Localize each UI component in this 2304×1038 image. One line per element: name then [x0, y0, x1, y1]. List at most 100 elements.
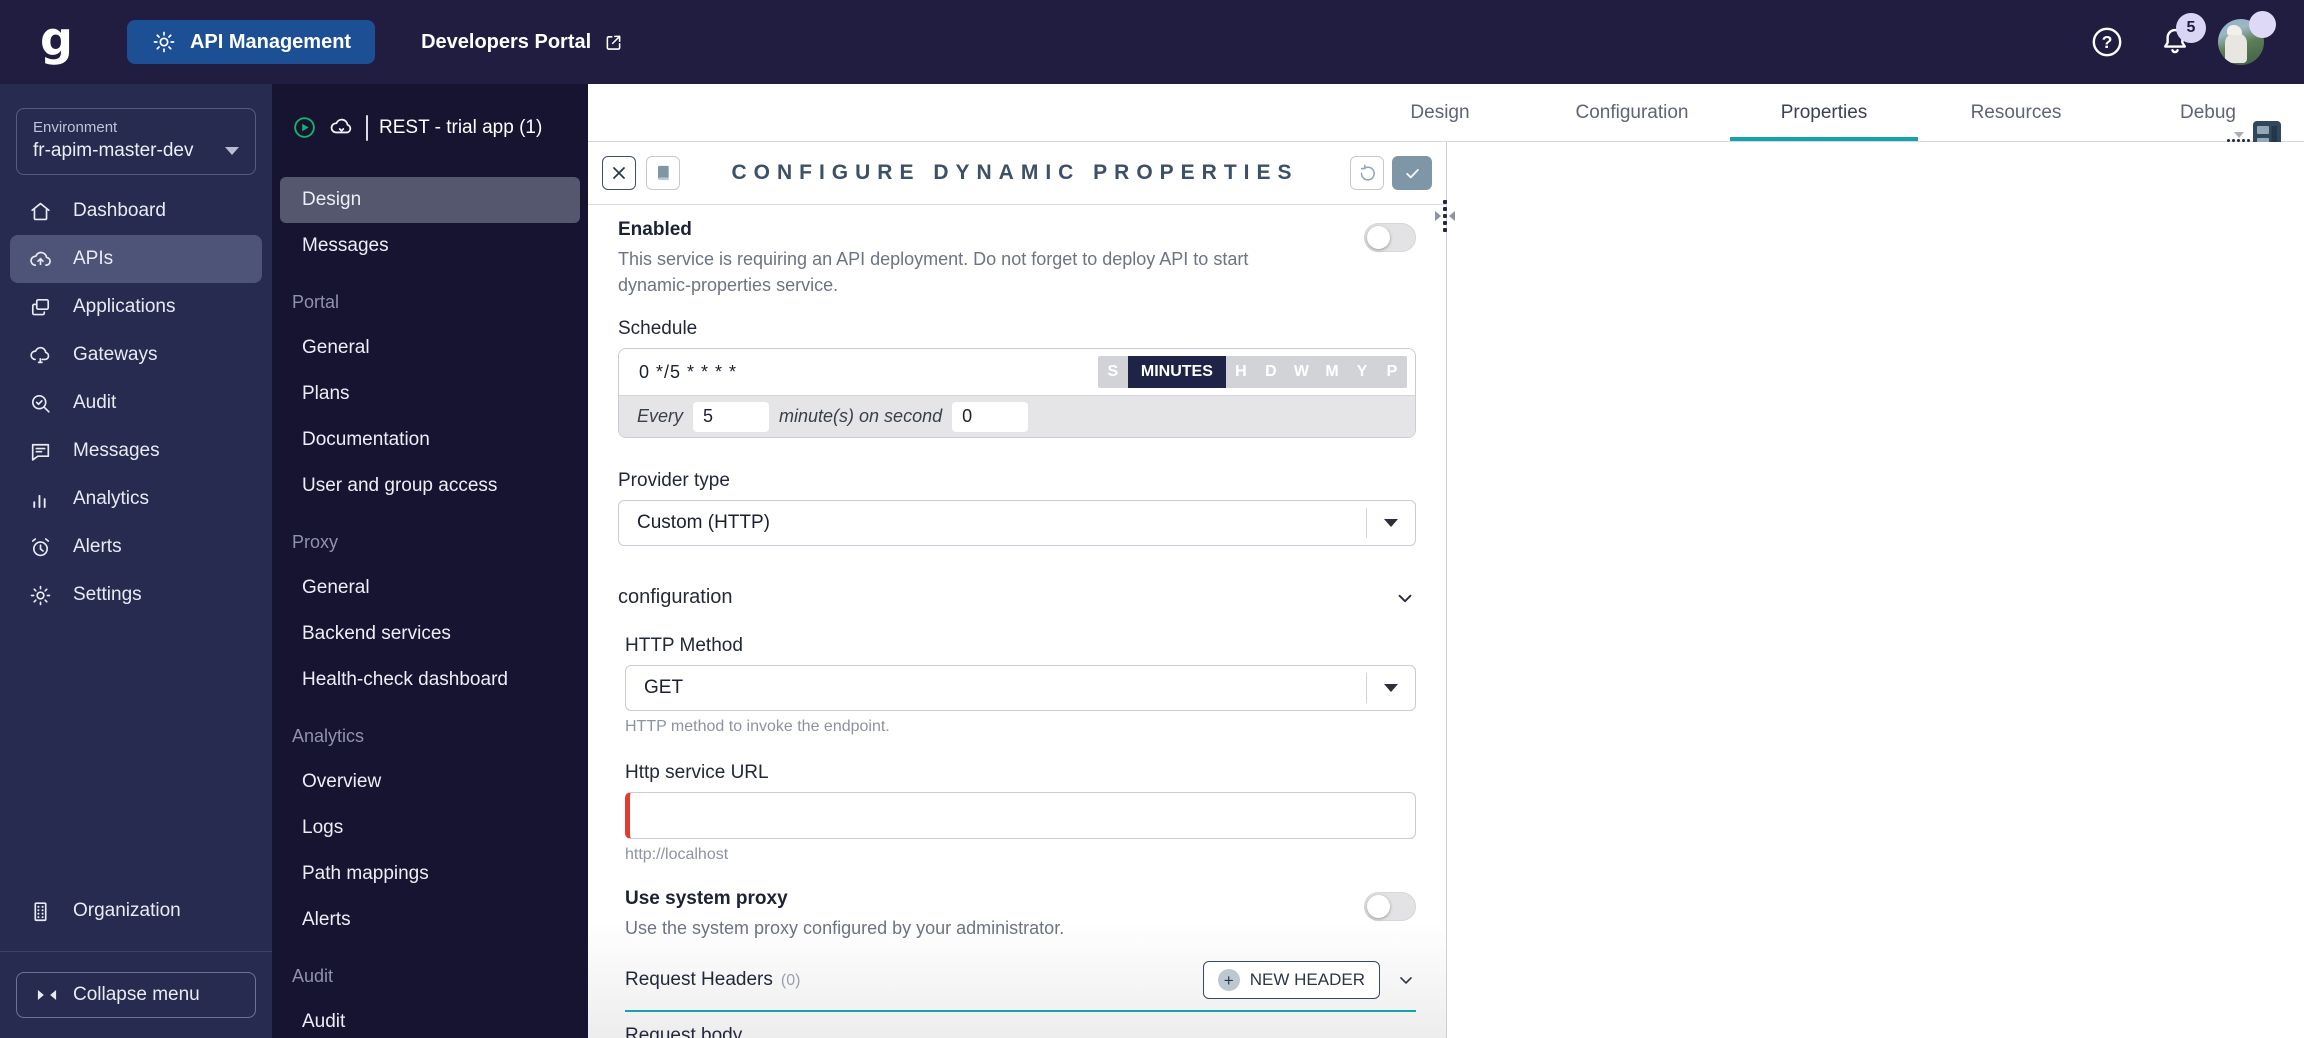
sidebar-item-alerts[interactable]: Alerts [0, 523, 272, 571]
system-proxy-toggle[interactable] [1364, 892, 1416, 922]
http-method-field: HTTP Method GET HTTP method to invoke th… [625, 635, 1416, 736]
developers-portal-label: Developers Portal [421, 30, 592, 53]
api-nav-item-plans[interactable]: Plans [272, 371, 588, 417]
collapse-menu-button[interactable]: Collapse menu [16, 972, 256, 1018]
help-button[interactable]: ? [2090, 25, 2124, 59]
environment-nav: Dashboard APIs Applications Gateways Aud… [0, 187, 272, 619]
cloud-icon[interactable] [328, 114, 355, 141]
api-nav-section-analytics: Analytics [292, 725, 365, 746]
api-nav-item-backend-services[interactable]: Backend services [272, 611, 588, 657]
every-middle: minute(s) on second [779, 406, 943, 427]
sidebar-item-applications[interactable]: Applications [0, 283, 272, 331]
cron-unit-minutes[interactable]: MINUTES [1127, 356, 1226, 389]
api-nav-item-alerts[interactable]: Alerts [272, 897, 588, 943]
gravitee-logo: g [40, 12, 73, 66]
cron-unit-seconds[interactable]: S [1098, 356, 1128, 388]
tab-design[interactable]: Design [1344, 84, 1536, 141]
message-icon [28, 439, 53, 464]
confirm-button[interactable] [1392, 156, 1432, 190]
cron-unit-tabs: S MINUTES H D W M Y P [1097, 356, 1407, 389]
main-content: Design Configuration Properties Resource… [588, 84, 2304, 1038]
panel-resize-handle[interactable] [1435, 200, 1455, 232]
configuration-section-label: configuration [618, 586, 733, 609]
caret-down-icon [1384, 684, 1398, 693]
developers-portal-link[interactable]: Developers Portal [421, 31, 624, 54]
api-nav-item-overview[interactable]: Overview [272, 759, 588, 805]
tab-configuration[interactable]: Configuration [1536, 84, 1728, 141]
sidebar-item-settings[interactable]: Settings [0, 571, 272, 619]
api-nav-item-general-proxy[interactable]: General [272, 565, 588, 611]
api-management-button[interactable]: API Management [126, 20, 376, 64]
cron-unit-weeks[interactable]: W [1286, 356, 1317, 388]
close-button[interactable] [602, 156, 636, 190]
section-divider [625, 1010, 1416, 1013]
api-nav-item-documentation[interactable]: Documentation [272, 417, 588, 463]
api-management-label: API Management [189, 30, 352, 53]
api-nav-item-path-mappings[interactable]: Path mappings [272, 851, 588, 897]
home-icon [28, 199, 53, 224]
enabled-toggle[interactable] [1364, 223, 1416, 252]
http-method-select[interactable]: GET [625, 665, 1416, 712]
api-nav: Design Messages Portal General Plans Doc… [272, 177, 588, 1038]
minutes-input[interactable] [693, 401, 770, 432]
chevron-down-icon [1394, 587, 1416, 609]
cron-unit-months[interactable]: M [1317, 356, 1347, 388]
api-nav-item-design[interactable]: Design [280, 177, 580, 223]
chevron-down-icon[interactable] [1396, 970, 1416, 990]
presence-dot [2249, 11, 2276, 38]
api-nav-item-health-check[interactable]: Health-check dashboard [272, 657, 588, 703]
cron-unit-years[interactable]: Y [1347, 356, 1377, 388]
cron-unit-hours[interactable]: H [1226, 356, 1256, 388]
page: g API Management Developers Portal ? 5 E… [0, 0, 2304, 1038]
api-nav-item-logs[interactable]: Logs [272, 805, 588, 851]
tab-resources[interactable]: Resources [1920, 84, 2112, 141]
sidebar-item-gateways[interactable]: Gateways [0, 331, 272, 379]
sidebar-divider [0, 951, 272, 952]
request-headers-label: Request Headers [625, 969, 773, 991]
play-circle-icon[interactable] [292, 115, 317, 140]
tab-properties[interactable]: Properties [1728, 84, 1920, 141]
sidebar-item-analytics[interactable]: Analytics [0, 475, 272, 523]
provider-type-select[interactable]: Custom (HTTP) [618, 500, 1416, 547]
system-proxy-description: Use the system proxy configured by your … [625, 918, 1065, 939]
sidebar-item-apis[interactable]: APIs [10, 235, 262, 283]
collapse-menu-label: Collapse menu [73, 984, 200, 1005]
service-url-input[interactable] [625, 792, 1416, 840]
environment-select[interactable]: Environment fr-apim-master-dev [16, 108, 256, 175]
cron-expression[interactable]: 0 */5 * * * * [639, 362, 1098, 383]
cron-unit-preset[interactable]: P [1377, 356, 1407, 388]
new-header-button[interactable]: + NEW HEADER [1202, 961, 1380, 1000]
sidebar-item-label: Analytics [73, 488, 150, 509]
provider-type-value: Custom (HTTP) [637, 512, 770, 534]
http-method-label: HTTP Method [625, 635, 743, 657]
refresh-button[interactable] [1350, 156, 1384, 190]
request-headers-row: Request Headers (0) + NEW HEADER [625, 961, 1416, 1000]
notification-badge: 5 [2176, 13, 2206, 43]
api-nav-item-audit[interactable]: Audit [272, 999, 588, 1038]
cron-every-row: Every minute(s) on second [619, 395, 1415, 438]
seconds-input[interactable] [952, 401, 1029, 432]
provider-type-field: Provider type Custom (HTTP) [618, 470, 1416, 547]
service-url-label: Http service URL [625, 762, 769, 784]
dialog-header: CONFIGURE DYNAMIC PROPERTIES [588, 142, 1446, 205]
api-nav-item-general-portal[interactable]: General [272, 325, 588, 371]
sidebar-item-audit[interactable]: Audit [0, 379, 272, 427]
api-nav-item-user-group-access[interactable]: User and group access [272, 463, 588, 509]
help-icon: ? [2090, 25, 2124, 59]
every-prefix: Every [637, 406, 684, 427]
collapse-icon [37, 987, 57, 1003]
enabled-label: Enabled [618, 219, 692, 240]
sidebar-item-dashboard[interactable]: Dashboard [0, 187, 272, 235]
http-method-hint: HTTP method to invoke the endpoint. [625, 718, 890, 736]
sidebar-item-organization[interactable]: Organization [0, 887, 272, 935]
book-icon[interactable] [646, 156, 680, 190]
sidebar-item-messages[interactable]: Messages [0, 427, 272, 475]
schedule-field: Schedule 0 */5 * * * * S MINUTES H D W M… [618, 318, 1416, 439]
sidebar-item-label: Gateways [73, 344, 158, 365]
sidebar-item-label: Settings [73, 584, 142, 605]
configuration-section-header[interactable]: configuration [618, 586, 1416, 609]
sidebar-item-label: Organization [73, 900, 181, 921]
api-nav-section-proxy: Proxy [292, 531, 339, 552]
cron-unit-days[interactable]: D [1256, 356, 1286, 388]
api-nav-item-messages[interactable]: Messages [272, 223, 588, 269]
